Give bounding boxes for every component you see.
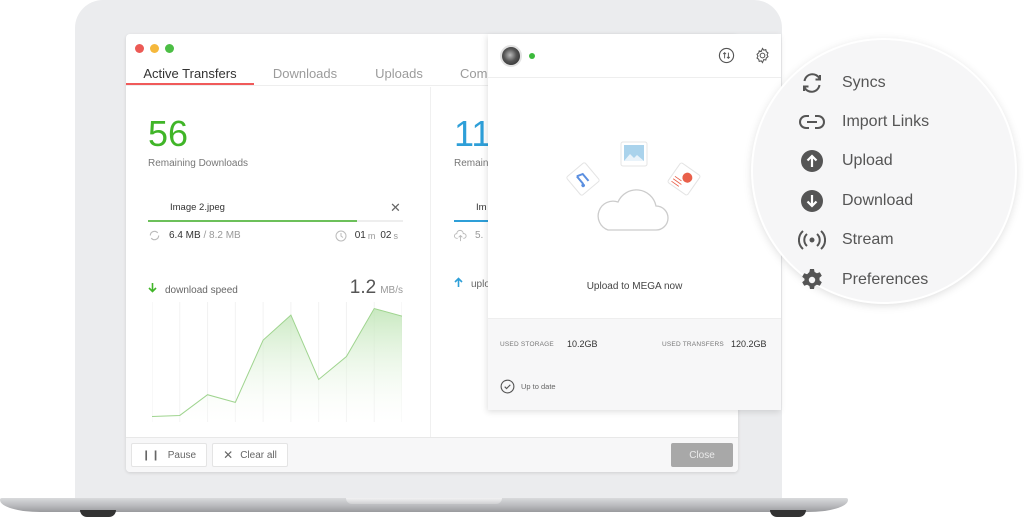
- link-icon: [798, 108, 826, 136]
- download-speed-value: 1.2: [349, 277, 377, 298]
- time-seconds-unit: s: [393, 230, 399, 241]
- arrow-down-icon: [148, 283, 157, 293]
- sync-status-label: Up to date: [521, 382, 556, 391]
- upload-prompt[interactable]: Upload to MEGA now: [488, 281, 781, 292]
- tab-uploads[interactable]: Uploads: [356, 62, 442, 85]
- clear-all-label: Clear all: [240, 449, 277, 461]
- menu-label-preferences: Preferences: [842, 270, 929, 288]
- pause-icon: ❙❙: [142, 449, 161, 461]
- menu-item-download[interactable]: Download: [798, 181, 929, 220]
- cloud-upload-icon: [454, 230, 467, 242]
- laptop-foot-left: [80, 510, 116, 517]
- clock-icon: [335, 230, 347, 241]
- download-speed-label: download speed: [165, 285, 238, 296]
- music-file-icon: [566, 162, 600, 196]
- time-minutes: 01: [354, 230, 366, 241]
- close-window-dot[interactable]: [135, 43, 144, 53]
- menu-label-download: Download: [842, 191, 914, 209]
- download-speed-row: download speed 1.2 MB/s: [148, 277, 403, 299]
- menu-label-upload: Upload: [842, 152, 893, 170]
- menu-item-syncs[interactable]: Syncs: [798, 63, 929, 102]
- presentation-file-icon: [667, 162, 701, 196]
- transfer-progress-bar: [148, 220, 403, 222]
- used-transfers-value: 120.2GB: [731, 339, 767, 349]
- settings-gear-icon[interactable]: [754, 47, 771, 64]
- used-transfers-label: USED TRANSFERS: [662, 341, 724, 348]
- context-menu: Syncs Import Links Upload Download Strea…: [798, 63, 929, 299]
- used-storage-value: 10.2GB: [567, 339, 598, 349]
- transfer-file-name: Image 2.jpeg: [170, 202, 225, 213]
- size-separator: /: [200, 230, 210, 241]
- sync-status: Up to date: [500, 379, 556, 394]
- clear-all-button[interactable]: ✕ Clear all: [212, 443, 288, 467]
- remaining-downloads-label: Remaining Downloads: [148, 158, 249, 169]
- upload-icon: [798, 147, 826, 175]
- account-popover: Upload to MEGA now USED STORAGE 10.2GB U…: [488, 34, 781, 410]
- close-icon: ✕: [223, 448, 234, 462]
- total-size: 8.2 MB: [209, 230, 241, 241]
- menu-label-stream: Stream: [842, 231, 894, 249]
- download-speed-unit: MB/s: [380, 285, 403, 296]
- upload-file-name: Im: [476, 202, 487, 213]
- arrow-up-icon: [454, 277, 463, 287]
- transfer-meta: 6.4 MB / 8.2 MB 01 m 02 s: [148, 229, 403, 242]
- pause-label: Pause: [167, 449, 197, 461]
- maximize-window-dot[interactable]: [165, 43, 174, 53]
- pause-button[interactable]: ❙❙ Pause: [131, 443, 208, 467]
- transfer-progress-fill: [148, 220, 358, 222]
- refresh-icon: [149, 230, 160, 241]
- gear-icon: [798, 266, 826, 294]
- transferred-size: 6.4 MB: [169, 230, 201, 241]
- download-speed-chart: [152, 302, 402, 422]
- transfers-icon[interactable]: [718, 47, 735, 64]
- menu-label-syncs: Syncs: [842, 73, 886, 91]
- menu-item-stream[interactable]: Stream: [798, 221, 929, 260]
- tab-active-transfers[interactable]: Active Transfers: [126, 62, 254, 85]
- tab-downloads[interactable]: Downloads: [254, 62, 356, 85]
- download-icon: [798, 187, 826, 215]
- laptop-foot-right: [770, 510, 806, 517]
- minimize-window-dot[interactable]: [150, 43, 159, 53]
- sync-icon: [798, 69, 826, 97]
- upload-illustration[interactable]: [488, 78, 781, 278]
- stream-icon: [798, 226, 826, 254]
- popover-footer: USED STORAGE 10.2GB USED TRANSFERS 120.2…: [488, 318, 781, 410]
- downloads-panel: 56 Remaining Downloads Image 2.jpeg ✕ 6.…: [126, 87, 431, 437]
- stage: Active Transfers Downloads Uploads Com 5…: [0, 0, 1024, 519]
- cloud-icon: [597, 189, 669, 231]
- popover-body: Upload to MEGA now: [488, 78, 781, 318]
- image-file-icon: [620, 141, 648, 167]
- remaining-downloads-count: 56: [148, 113, 189, 154]
- window-footer: ❙❙ Pause ✕ Clear all Close: [126, 437, 738, 472]
- menu-item-import-links[interactable]: Import Links: [798, 102, 929, 141]
- menu-item-upload[interactable]: Upload: [798, 142, 929, 181]
- menu-item-preferences[interactable]: Preferences: [798, 260, 929, 299]
- menu-label-import-links: Import Links: [842, 113, 930, 131]
- cancel-transfer-icon[interactable]: ✕: [390, 200, 401, 216]
- upload-transferred: 5.: [475, 230, 484, 241]
- remaining-uploads-count: 11: [454, 113, 492, 154]
- close-button[interactable]: Close: [671, 443, 733, 467]
- online-status-dot: [529, 53, 535, 59]
- laptop-notch: [346, 498, 502, 504]
- time-minutes-unit: m: [367, 230, 376, 241]
- used-storage-label: USED STORAGE: [500, 341, 554, 348]
- time-seconds: 02: [380, 230, 392, 241]
- popover-header: [488, 34, 781, 78]
- check-circle-icon: [500, 379, 515, 394]
- avatar[interactable]: [500, 45, 522, 67]
